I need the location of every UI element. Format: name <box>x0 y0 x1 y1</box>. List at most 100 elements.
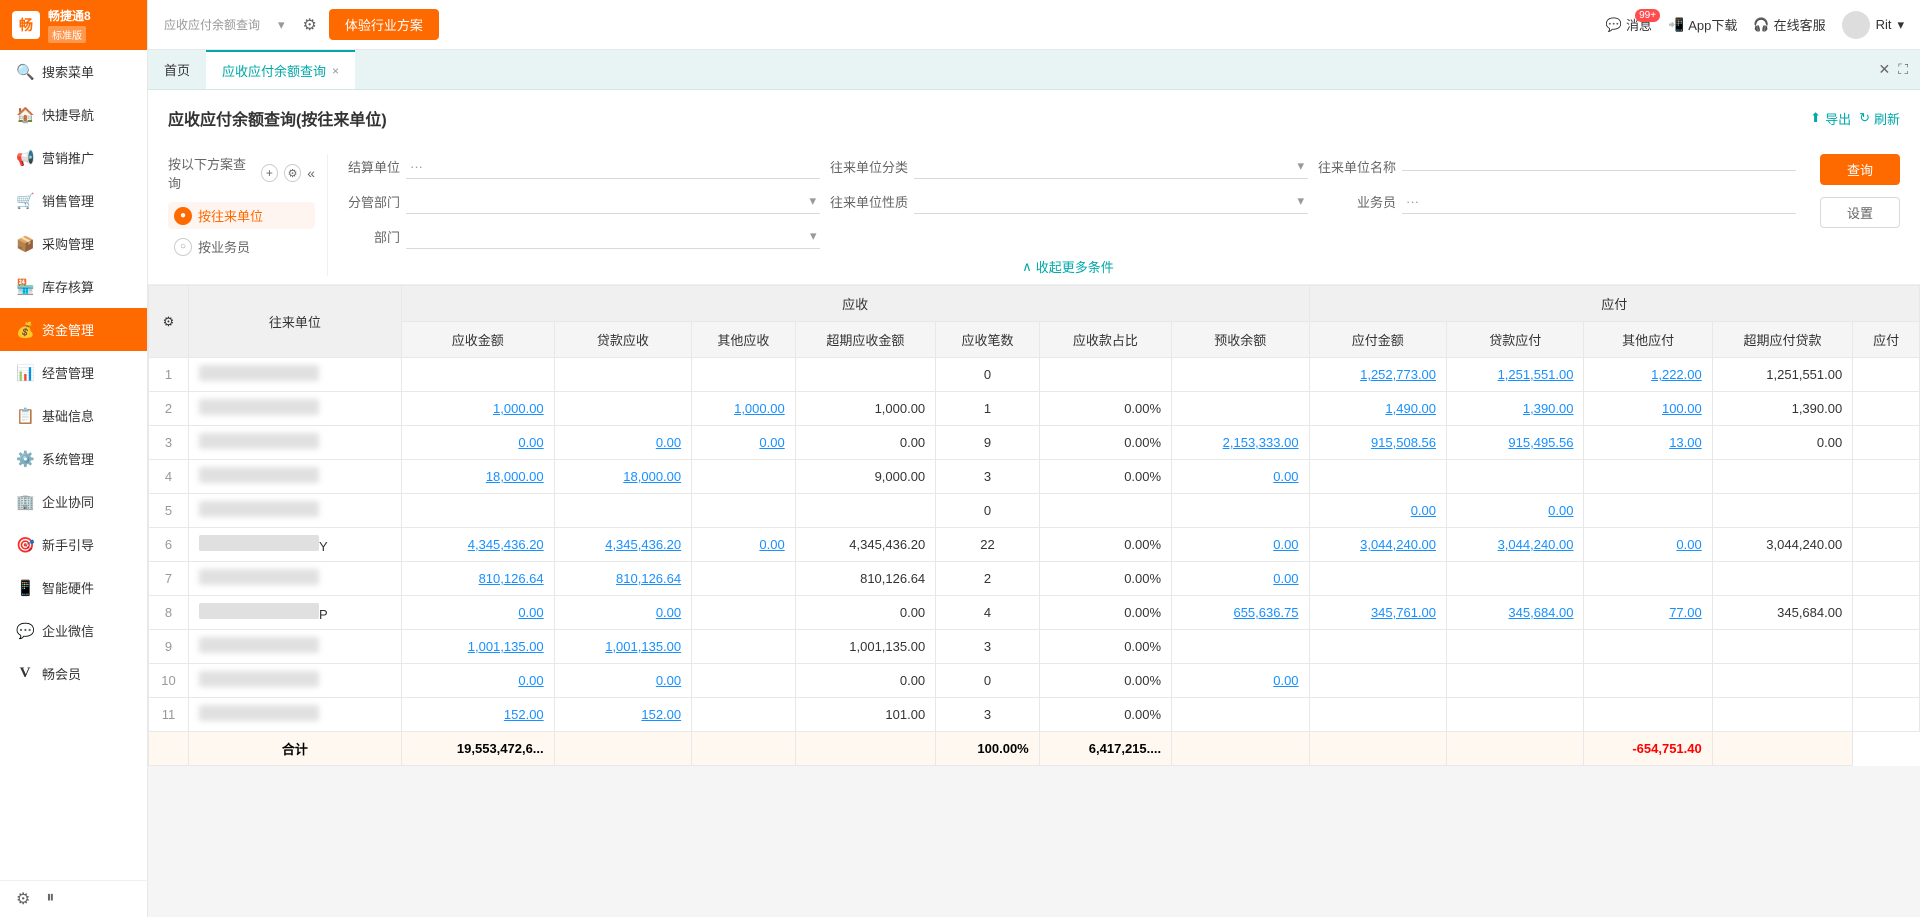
solution-button[interactable]: 体验行业方案 <box>329 9 439 40</box>
bottom-settings-icon[interactable]: ⚙ <box>16 889 30 909</box>
tab-arquery[interactable]: 应收应付余额查询 × <box>206 50 355 89</box>
sidebar-item-search[interactable]: 🔍 搜索菜单 <box>0 50 147 93</box>
row-ap-loan[interactable] <box>1447 664 1584 698</box>
row-ap-loan[interactable]: 0.00 <box>1447 494 1584 528</box>
row-ar-other[interactable] <box>692 630 796 664</box>
row-ar-other[interactable]: 0.00 <box>692 528 796 562</box>
query-button[interactable]: 查询 <box>1820 154 1900 185</box>
tab-close-window-icon[interactable]: ✕ <box>1878 61 1890 78</box>
row-ap-loan[interactable]: 3,044,240.00 <box>1447 528 1584 562</box>
sidebar-item-marketing[interactable]: 📢 营销推广 <box>0 136 147 179</box>
lailai-name-input[interactable] <box>1402 162 1796 171</box>
row-ap-loan[interactable]: 1,390.00 <box>1447 392 1584 426</box>
row-ar-amount[interactable]: 1,000.00 <box>401 392 554 426</box>
row-ar-prepay[interactable] <box>1172 630 1309 664</box>
row-ar-other[interactable] <box>692 562 796 596</box>
row-ar-amount[interactable]: 18,000.00 <box>401 460 554 494</box>
row-ap-loan[interactable] <box>1447 698 1584 732</box>
row-ar-loan[interactable]: 1,001,135.00 <box>554 630 691 664</box>
row-ar-amount[interactable]: 0.00 <box>401 426 554 460</box>
row-ap-other[interactable]: 100.00 <box>1584 392 1712 426</box>
row-ap-amount[interactable]: 3,044,240.00 <box>1309 528 1446 562</box>
sidebar-item-business[interactable]: 📊 经营管理 <box>0 351 147 394</box>
header-app-download[interactable]: 📲 App下载 <box>1668 15 1737 34</box>
row-ar-loan[interactable] <box>554 392 691 426</box>
sidebar-item-purchase[interactable]: 📦 采购管理 <box>0 222 147 265</box>
lailai-cat-select[interactable]: ▾ <box>914 154 1308 179</box>
row-ar-loan[interactable]: 0.00 <box>554 596 691 630</box>
row-ap-amount[interactable] <box>1309 460 1446 494</box>
header-gear-icon[interactable]: ⚙ <box>303 15 317 35</box>
business-input[interactable]: ··· <box>1402 190 1796 214</box>
table-settings-icon[interactable]: ⚙ <box>163 314 175 329</box>
row-ar-other[interactable] <box>692 494 796 528</box>
row-ar-loan[interactable]: 810,126.64 <box>554 562 691 596</box>
header-online-service[interactable]: 🎧 在线客服 <box>1753 15 1825 34</box>
row-ar-amount[interactable]: 810,126.64 <box>401 562 554 596</box>
row-ar-loan[interactable]: 0.00 <box>554 664 691 698</box>
row-ar-prepay[interactable]: 0.00 <box>1172 528 1309 562</box>
row-ap-other[interactable] <box>1584 494 1712 528</box>
sidebar-item-finance[interactable]: 💰 资金管理 <box>0 308 147 351</box>
settings-button[interactable]: 设置 <box>1820 197 1900 228</box>
row-ap-other[interactable] <box>1584 630 1712 664</box>
row-ar-prepay[interactable]: 2,153,333.00 <box>1172 426 1309 460</box>
row-ar-loan[interactable]: 18,000.00 <box>554 460 691 494</box>
row-ap-other[interactable] <box>1584 698 1712 732</box>
row-ap-amount[interactable] <box>1309 562 1446 596</box>
row-ar-other[interactable] <box>692 358 796 392</box>
col-settings[interactable]: ⚙ <box>149 286 189 358</box>
row-ap-other[interactable] <box>1584 562 1712 596</box>
row-ar-amount[interactable]: 4,345,436.20 <box>401 528 554 562</box>
row-ar-prepay[interactable]: 0.00 <box>1172 562 1309 596</box>
header-message[interactable]: 💬 消息 99+ <box>1606 15 1652 34</box>
sidebar-item-guide[interactable]: 🎯 新手引导 <box>0 523 147 566</box>
sidebar-item-corp[interactable]: 🏢 企业协同 <box>0 480 147 523</box>
row-ar-other[interactable]: 1,000.00 <box>692 392 796 426</box>
row-ar-prepay[interactable] <box>1172 358 1309 392</box>
row-ar-prepay[interactable]: 0.00 <box>1172 460 1309 494</box>
row-ar-loan[interactable]: 0.00 <box>554 426 691 460</box>
row-ar-amount[interactable]: 152.00 <box>401 698 554 732</box>
refresh-button[interactable]: ↻ 刷新 <box>1859 109 1900 128</box>
row-ar-loan[interactable]: 152.00 <box>554 698 691 732</box>
row-ar-prepay[interactable]: 0.00 <box>1172 664 1309 698</box>
filter-settings-button[interactable]: ⚙ <box>284 164 301 182</box>
row-ar-other[interactable] <box>692 460 796 494</box>
row-ar-loan[interactable] <box>554 358 691 392</box>
row-ar-amount[interactable] <box>401 358 554 392</box>
row-ar-amount[interactable]: 0.00 <box>401 664 554 698</box>
row-ap-loan[interactable] <box>1447 460 1584 494</box>
collapse-link[interactable]: ∧ 收起更多条件 <box>1022 257 1114 276</box>
row-ap-amount[interactable]: 915,508.56 <box>1309 426 1446 460</box>
row-ar-loan[interactable] <box>554 494 691 528</box>
row-ap-amount[interactable] <box>1309 664 1446 698</box>
row-ar-amount[interactable]: 1,001,135.00 <box>401 630 554 664</box>
sidebar-item-quick[interactable]: 🏠 快捷导航 <box>0 93 147 136</box>
filter-option-staff[interactable]: ○ 按业务员 <box>168 233 315 260</box>
row-ap-loan[interactable]: 915,495.56 <box>1447 426 1584 460</box>
sidebar-item-sales[interactable]: 🛒 销售管理 <box>0 179 147 222</box>
row-ar-prepay[interactable] <box>1172 392 1309 426</box>
row-ar-loan[interactable]: 4,345,436.20 <box>554 528 691 562</box>
sidebar-item-system[interactable]: ⚙️ 系统管理 <box>0 437 147 480</box>
row-ap-loan[interactable]: 1,251,551.00 <box>1447 358 1584 392</box>
sidebar-item-wechat[interactable]: 💬 企业微信 <box>0 609 147 652</box>
nav-arrow-icon[interactable]: ▾ <box>272 15 291 35</box>
row-ar-prepay[interactable]: 655,636.75 <box>1172 596 1309 630</box>
row-ap-other[interactable]: 1,222.00 <box>1584 358 1712 392</box>
row-ap-amount[interactable]: 345,761.00 <box>1309 596 1446 630</box>
row-ar-amount[interactable] <box>401 494 554 528</box>
row-ar-other[interactable] <box>692 596 796 630</box>
sidebar-item-basic[interactable]: 📋 基础信息 <box>0 394 147 437</box>
header-user[interactable]: Rit ▾ <box>1842 11 1904 39</box>
row-ap-amount[interactable]: 1,490.00 <box>1309 392 1446 426</box>
sidebar-item-hardware[interactable]: 📱 智能硬件 <box>0 566 147 609</box>
filter-option-partner[interactable]: ● 按往来单位 <box>168 202 315 229</box>
row-ap-loan[interactable]: 345,684.00 <box>1447 596 1584 630</box>
row-ap-other[interactable]: 0.00 <box>1584 528 1712 562</box>
export-button[interactable]: ⬆ 导出 <box>1810 109 1851 128</box>
row-ar-prepay[interactable] <box>1172 698 1309 732</box>
row-ap-loan[interactable] <box>1447 562 1584 596</box>
row-ar-amount[interactable]: 0.00 <box>401 596 554 630</box>
